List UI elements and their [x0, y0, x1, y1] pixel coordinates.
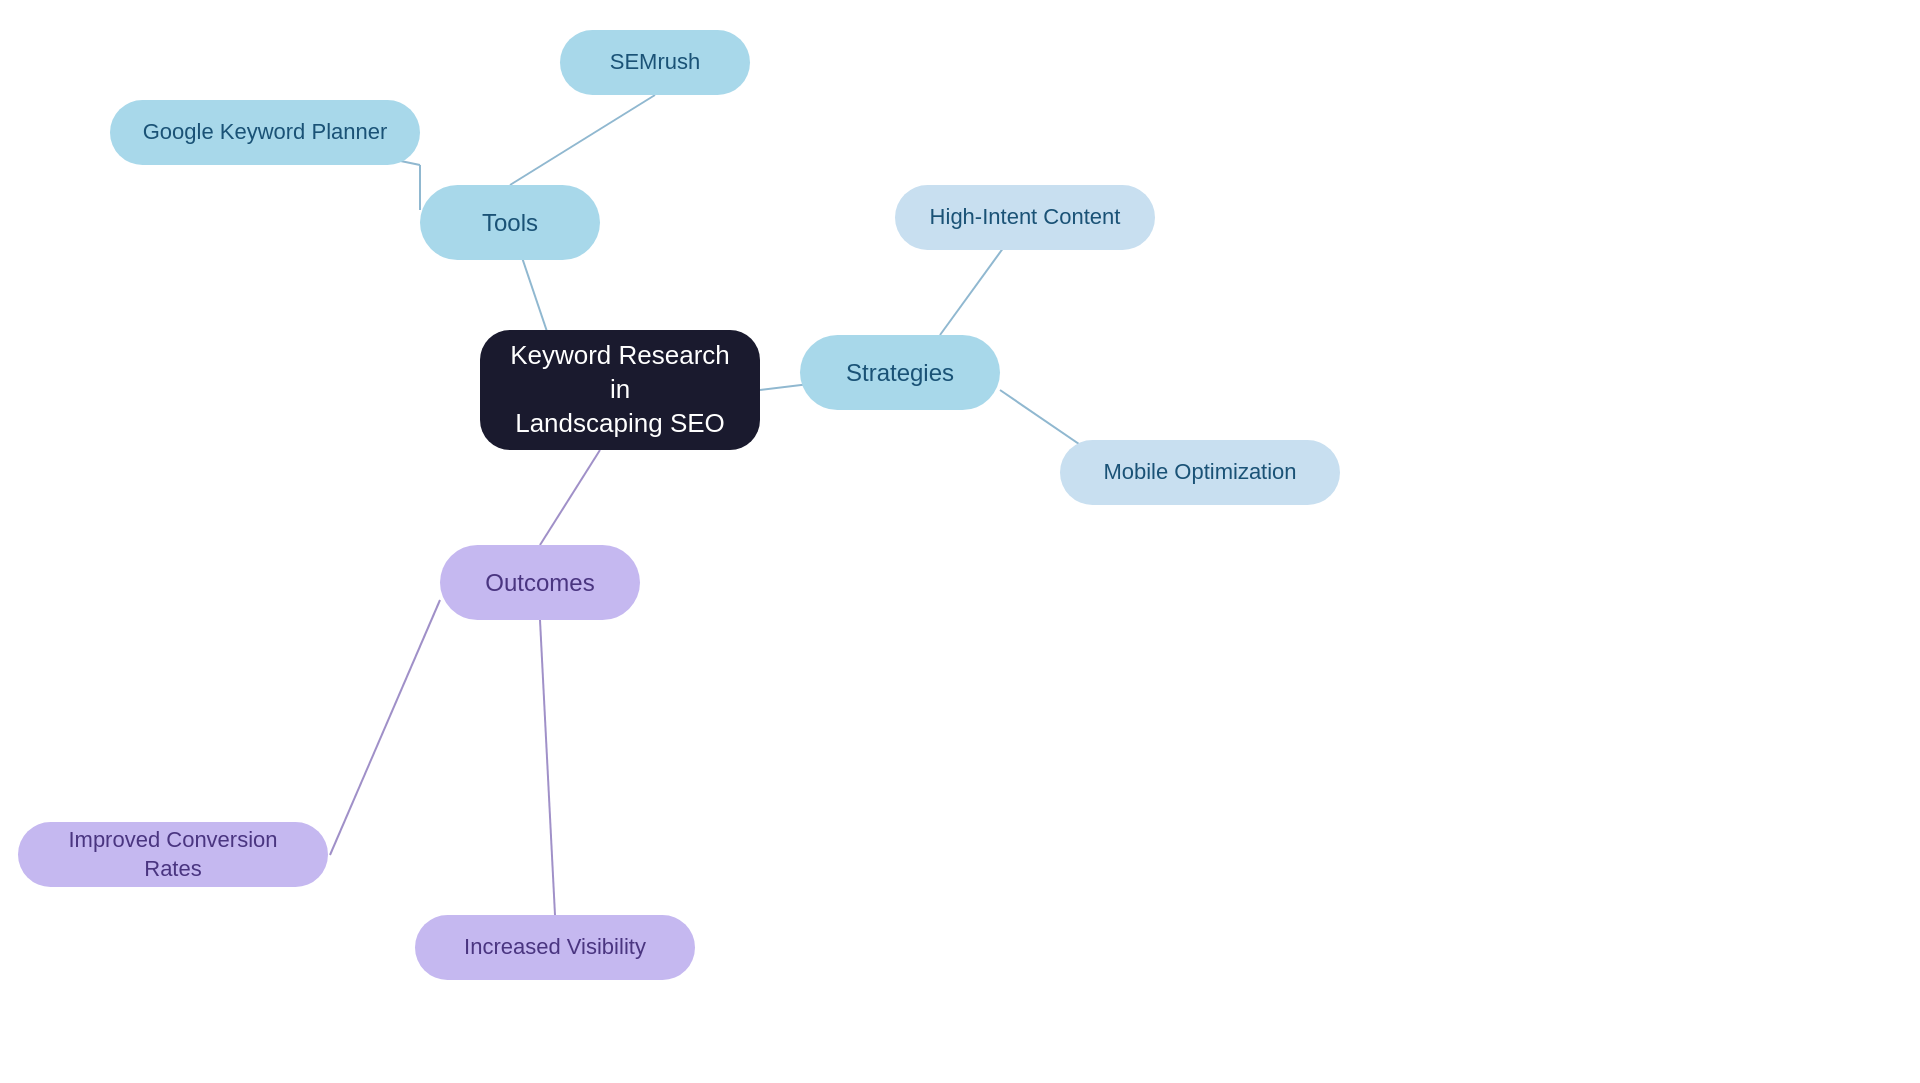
svg-line-8 [330, 600, 440, 855]
mobile-optimization-node: Mobile Optimization [1060, 440, 1340, 505]
tools-node: Tools [420, 185, 600, 260]
svg-line-1 [510, 95, 655, 185]
semrush-node: SEMrush [560, 30, 750, 95]
high-intent-content-node: High-Intent Content [895, 185, 1155, 250]
conversion-rates-node: Improved Conversion Rates [18, 822, 328, 887]
google-keyword-planner-node: Google Keyword Planner [110, 100, 420, 165]
outcomes-node: Outcomes [440, 545, 640, 620]
center-node: Keyword Research in Landscaping SEO [480, 330, 760, 450]
svg-line-9 [540, 620, 555, 915]
increased-visibility-node: Increased Visibility [415, 915, 695, 980]
svg-line-7 [540, 450, 600, 545]
strategies-node: Strategies [800, 335, 1000, 410]
